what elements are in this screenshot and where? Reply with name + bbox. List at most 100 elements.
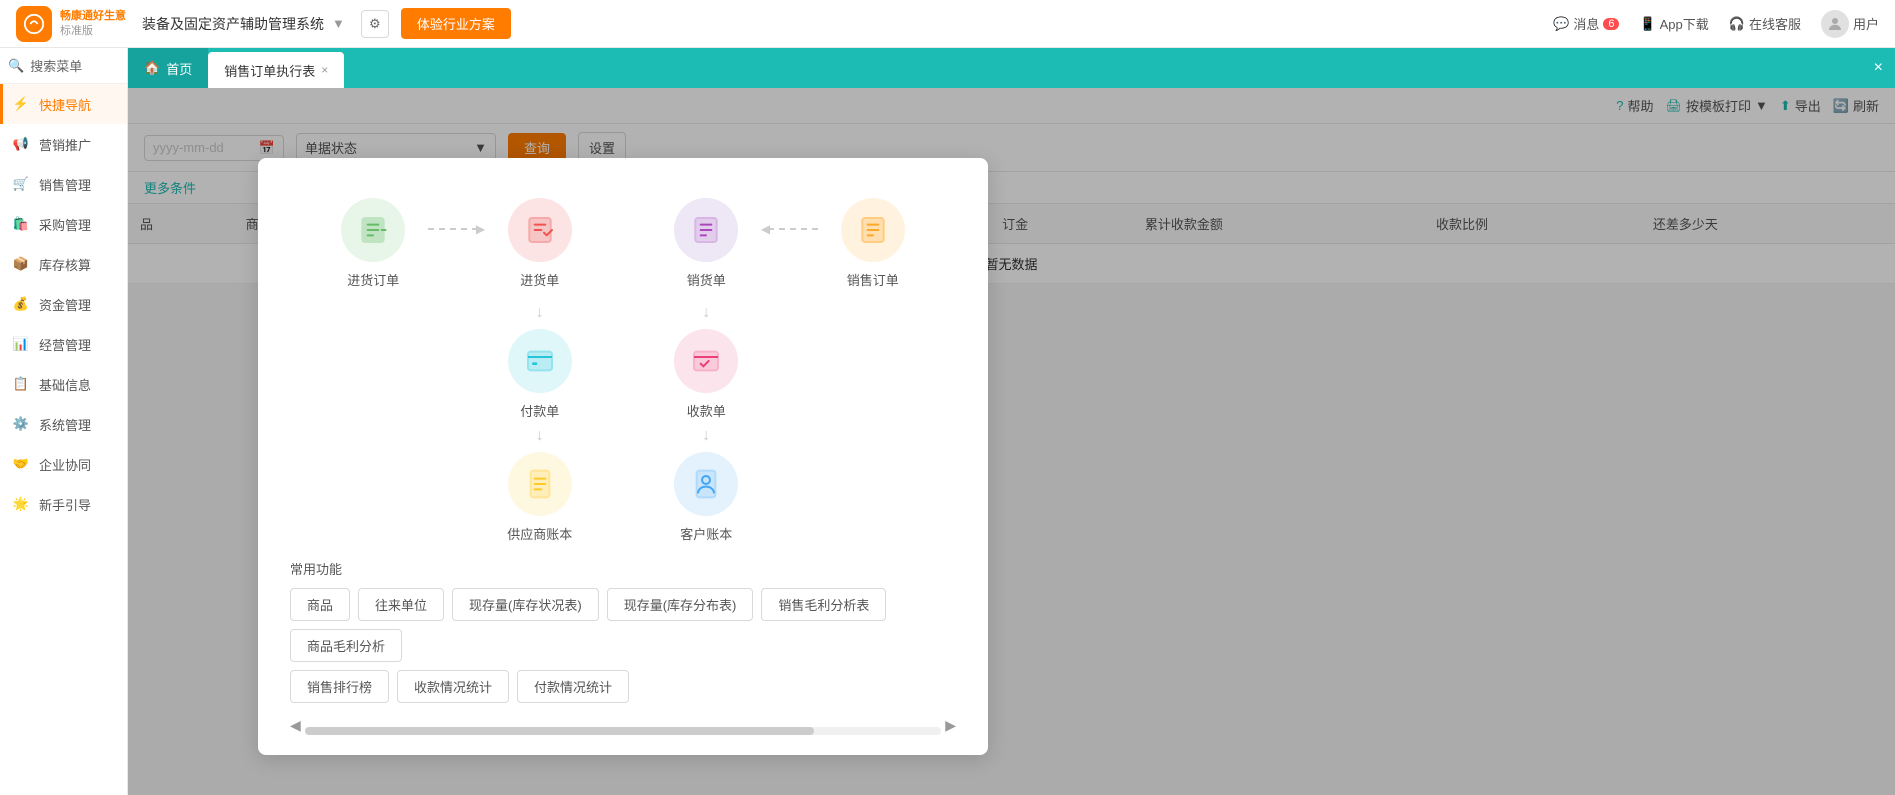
top-bar: 畅康通好生意 标准版 装备及固定资产辅助管理系统 ▼ ⚙ 体验行业方案 💬 消息… — [0, 0, 1895, 48]
function-btn-0[interactable]: 商品 — [290, 588, 350, 621]
modal-body: 进货订单 — [258, 158, 988, 755]
sidebar-icon-system: ⚙️ — [11, 414, 31, 434]
sidebar-item-finance[interactable]: 💰 资金管理 — [0, 284, 127, 324]
logo-text: 畅康通好生意 标准版 — [60, 9, 126, 38]
app-download-button[interactable]: 📱 App下载 — [1639, 14, 1708, 33]
flow-sale-order[interactable]: 销售订单 — [790, 182, 957, 305]
tab-home[interactable]: 🏠 首页 — [128, 48, 208, 88]
sidebar-item-marketing[interactable]: 📢 营销推广 — [0, 124, 127, 164]
function-btn-6[interactable]: 销售排行榜 — [290, 670, 389, 703]
sidebar-icon-sales: 🛒 — [11, 174, 31, 194]
service-icon: 🎧 — [1729, 16, 1745, 32]
message-badge: 6 — [1603, 18, 1619, 30]
sidebar-icon-inventory: 📦 — [11, 254, 31, 274]
modal-box: 进货订单 — [258, 158, 988, 755]
arrow-down-supplier: ↓ — [536, 428, 544, 444]
tab-close-icon[interactable]: × — [321, 63, 328, 77]
avatar — [1821, 10, 1849, 38]
experience-button[interactable]: 体验行业方案 — [401, 8, 511, 39]
function-btn-7[interactable]: 收款情况统计 — [397, 670, 509, 703]
flow-customer-col: ↓ — [623, 428, 790, 551]
sidebar-item-quick-nav[interactable]: ⚡ 快捷导航 — [0, 84, 127, 124]
arrow-down-customer: ↓ — [702, 428, 710, 444]
function-btn-2[interactable]: 现存量(库存状况表) — [452, 588, 599, 621]
sidebar-item-basic-info[interactable]: 📋 基础信息 — [0, 364, 127, 404]
flow-supplier-ledger[interactable]: 供应商账本 — [499, 444, 580, 551]
scroll-right-button[interactable]: ▶ — [945, 717, 956, 734]
common-functions: 常用功能 商品往来单位现存量(库存状况表)现存量(库存分布表)销售毛利分析表商品… — [290, 559, 956, 703]
close-window-button[interactable]: × — [1874, 59, 1883, 77]
payment-circle — [508, 329, 572, 393]
empty-col4-row2 — [790, 305, 957, 428]
supplier-ledger-circle — [508, 452, 572, 516]
system-title: 装备及固定资产辅助管理系统 — [142, 14, 324, 34]
arrow-down-payment: ↓ — [536, 305, 544, 321]
sale-invoice-label: 销货单 — [687, 270, 726, 289]
function-btn-1[interactable]: 往来单位 — [358, 588, 444, 621]
flow-receipt[interactable]: 收款单 — [666, 321, 746, 428]
empty-col4-row3 — [790, 428, 957, 551]
settings-button[interactable]: ⚙ — [361, 10, 389, 38]
sidebar-item-sales[interactable]: 🛒 销售管理 — [0, 164, 127, 204]
message-button[interactable]: 💬 消息 6 — [1553, 14, 1619, 33]
customer-ledger-circle — [674, 452, 738, 516]
flow-purchase-order[interactable]: 进货订单 — [290, 182, 457, 305]
sale-order-circle — [841, 198, 905, 262]
purchase-receipt-label: 进货单 — [520, 270, 559, 289]
purchase-receipt-circle — [508, 198, 572, 262]
sale-order-label: 销售订单 — [847, 270, 899, 289]
function-btn-5[interactable]: 商品毛利分析 — [290, 629, 402, 662]
function-btn-3[interactable]: 现存量(库存分布表) — [607, 588, 754, 621]
purchase-order-label: 进货订单 — [347, 270, 399, 289]
horizontal-scrollbar[interactable] — [305, 727, 941, 735]
receipt-label: 收款单 — [687, 401, 726, 420]
function-btn-4[interactable]: 销售毛利分析表 — [761, 588, 886, 621]
sidebar-icon-marketing: 📢 — [11, 134, 31, 154]
modal-overlay: 进货订单 — [128, 88, 1895, 795]
flow-payment[interactable]: 付款单 — [500, 321, 580, 428]
function-btn-8[interactable]: 付款情况统计 — [517, 670, 629, 703]
payment-label: 付款单 — [520, 401, 559, 420]
sidebar-icon-purchase: 🛍️ — [11, 214, 31, 234]
tab-bar: 🏠 首页 销售订单执行表 × × — [128, 48, 1895, 88]
sidebar-item-purchase[interactable]: 🛍️ 采购管理 — [0, 204, 127, 244]
arrow-h2: ◀ — [760, 222, 820, 236]
user-menu[interactable]: 用户 — [1821, 10, 1879, 38]
online-service-button[interactable]: 🎧 在线客服 — [1729, 14, 1801, 33]
purchase-order-circle — [341, 198, 405, 262]
sale-invoice-circle — [674, 198, 738, 262]
home-icon: 🏠 — [144, 60, 160, 76]
arrow-h1: ▶ — [427, 222, 487, 236]
common-functions-title: 常用功能 — [290, 559, 956, 578]
logo-icon — [16, 6, 52, 42]
arrow-down-receipt: ↓ — [702, 305, 710, 321]
scrollbar-thumb — [305, 727, 814, 735]
search-icon: 🔍 — [8, 58, 24, 74]
scroll-area: ◀ ▶ — [290, 711, 956, 739]
sidebar-icon-newbie: 🌟 — [11, 494, 31, 514]
top-right-actions: 💬 消息 6 📱 App下载 🎧 在线客服 用户 — [1553, 10, 1879, 38]
search-menu[interactable]: 🔍 搜索菜单 — [0, 48, 127, 84]
flow-customer-ledger[interactable]: 客户账本 — [666, 444, 746, 551]
sidebar-item-newbie[interactable]: 🌟 新手引导 — [0, 484, 127, 524]
flow-diagram: 进货订单 — [290, 182, 956, 551]
empty-col1-row2 — [290, 305, 457, 428]
download-icon: 📱 — [1639, 16, 1655, 32]
flow-sale-invoice[interactable]: 销货单 — [623, 182, 790, 305]
dropdown-icon[interactable]: ▼ — [332, 16, 345, 31]
scroll-left-button[interactable]: ◀ — [290, 717, 301, 734]
flow-purchase-receipt[interactable]: 进货单 — [457, 182, 624, 305]
sidebar-item-inventory[interactable]: 📦 库存核算 — [0, 244, 127, 284]
sidebar-item-system[interactable]: ⚙️ 系统管理 — [0, 404, 127, 444]
tab-sales-order[interactable]: 销售订单执行表 × — [208, 52, 344, 88]
function-btns-row2: 销售排行榜收款情况统计付款情况统计 — [290, 670, 956, 703]
sidebar-item-enterprise[interactable]: 🤝 企业协同 — [0, 444, 127, 484]
flow-receipt-col: ↓ — [623, 305, 790, 428]
function-btns-row1: 商品往来单位现存量(库存状况表)现存量(库存分布表)销售毛利分析表商品毛利分析 — [290, 588, 956, 662]
logo-area: 畅康通好生意 标准版 — [16, 6, 126, 42]
page-content: ? 帮助 🖨 按模板打印 ▼ ⬆ 导出 🔄 刷新 — [128, 88, 1895, 795]
sidebar-item-operations[interactable]: 📊 经营管理 — [0, 324, 127, 364]
sidebar-icon-operations: 📊 — [11, 334, 31, 354]
message-icon: 💬 — [1553, 16, 1569, 32]
empty-col1-row3 — [290, 428, 457, 551]
